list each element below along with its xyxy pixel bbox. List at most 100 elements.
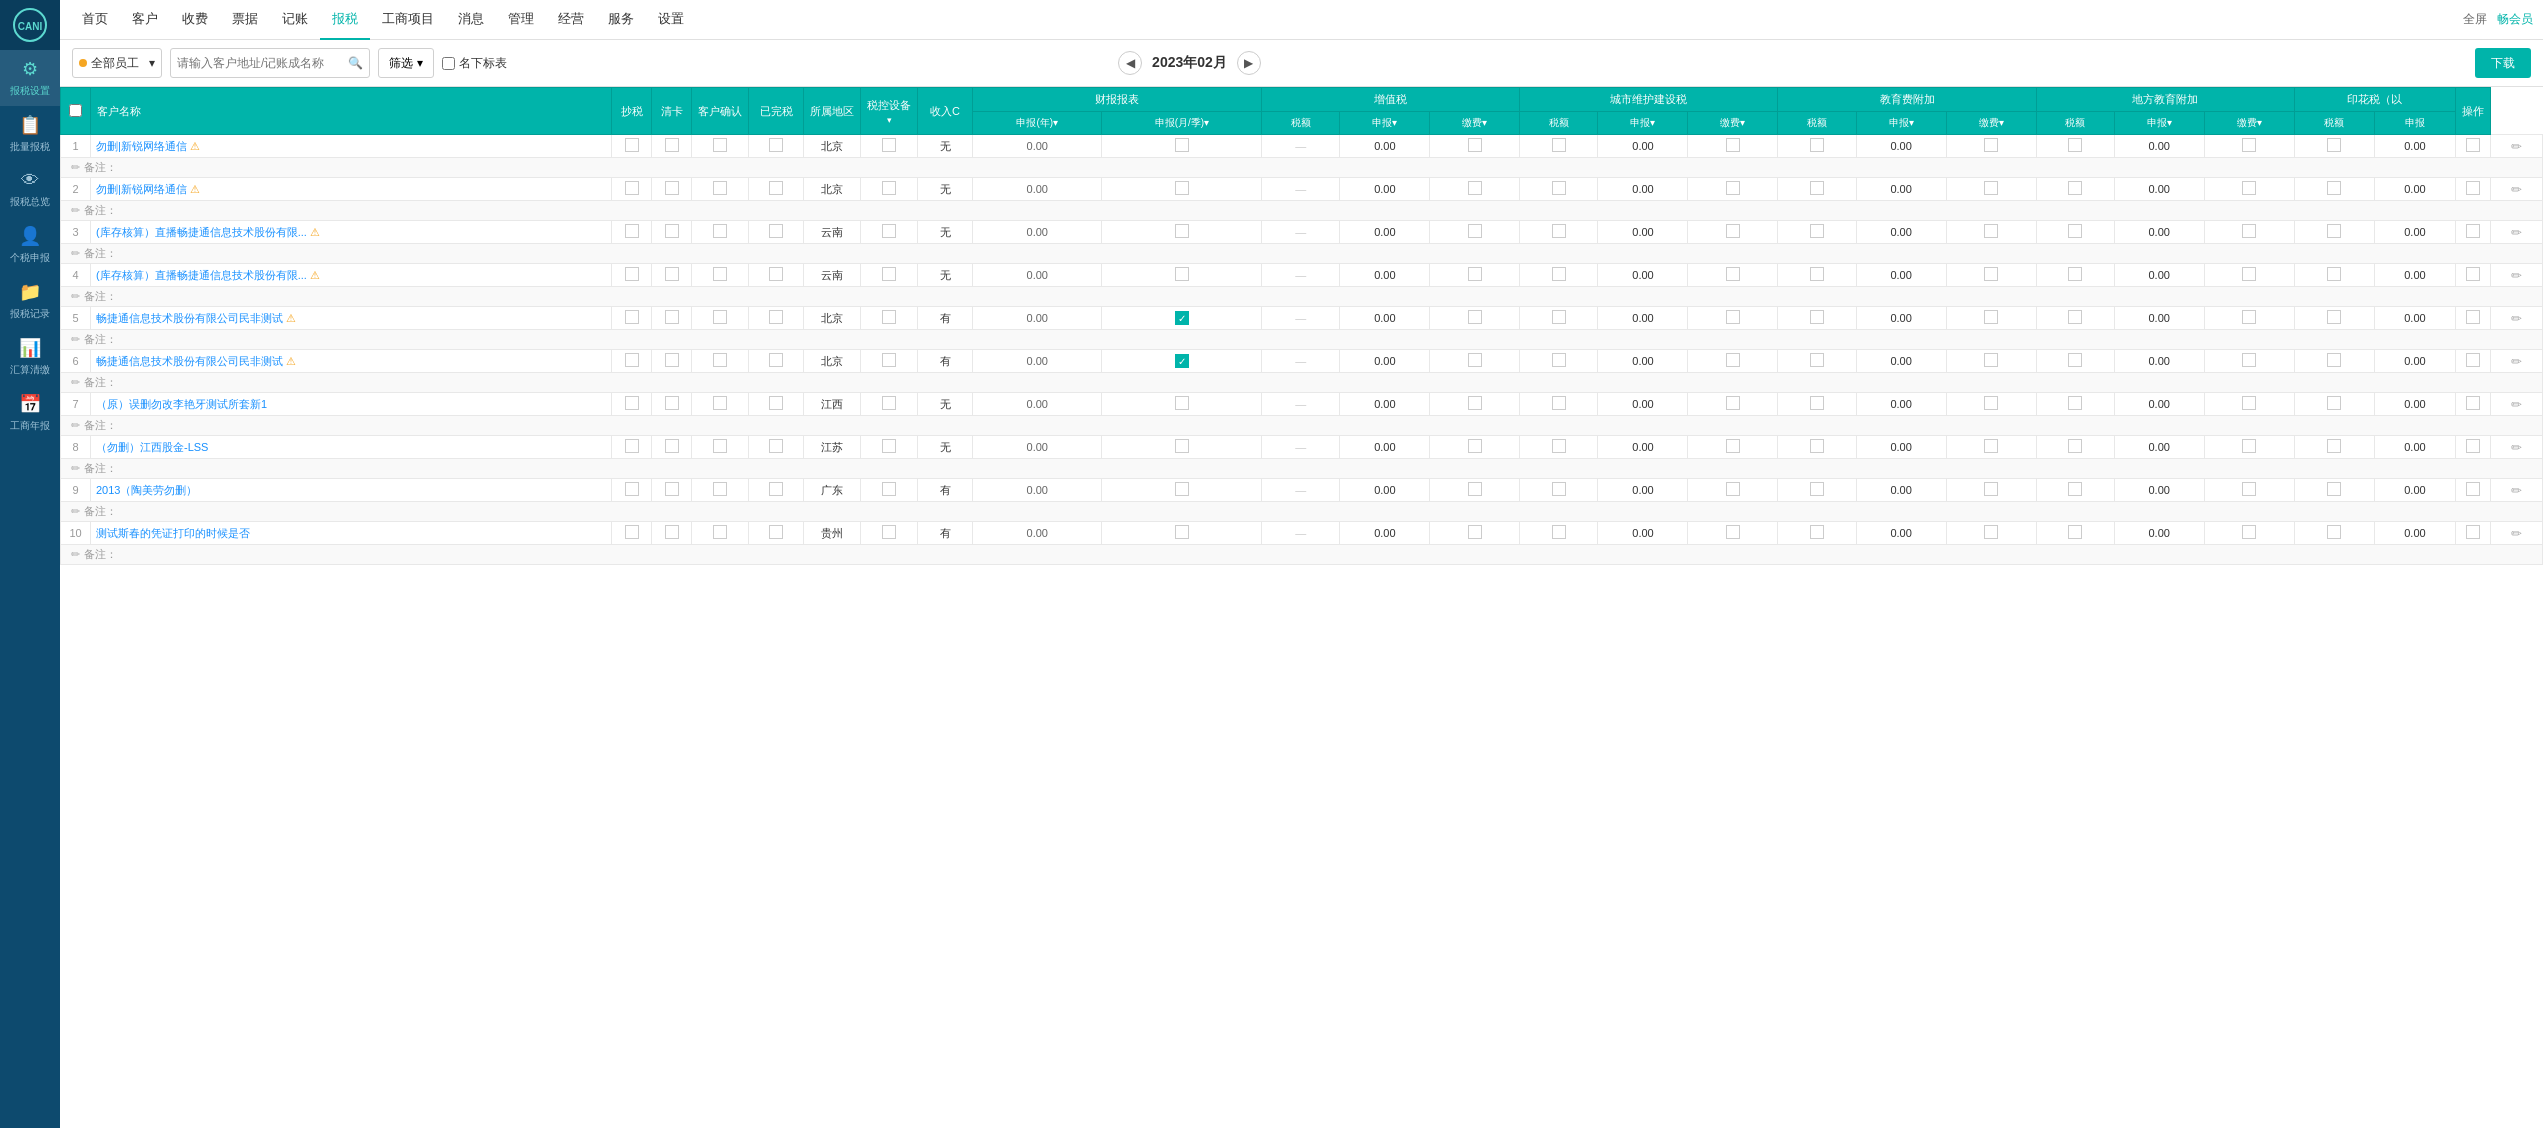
row-zs-cb2-1[interactable]: [1520, 135, 1598, 158]
row-note-4[interactable]: ✏备注：: [61, 287, 2543, 307]
row-yh-cb1-6[interactable]: [2455, 350, 2490, 373]
row-name-4[interactable]: (库存核算）直播畅捷通信息技术股份有限... ⚠: [91, 264, 612, 287]
row-df-cb1-8[interactable]: [2204, 436, 2294, 459]
row-zs-cb2-2[interactable]: [1520, 178, 1598, 201]
nav-customer[interactable]: 客户: [120, 0, 170, 40]
row-yh-cb1-7[interactable]: [2455, 393, 2490, 416]
row-zs-cb1-6[interactable]: [1430, 350, 1520, 373]
row-jy-cb1-7[interactable]: [1946, 393, 2036, 416]
row-note-8[interactable]: ✏备注：: [61, 459, 2543, 479]
row-jy-cb2-9[interactable]: [2036, 479, 2114, 502]
sidebar-item-tax-records[interactable]: 📁 报税记录: [0, 273, 60, 329]
row-qingka-1[interactable]: [652, 135, 692, 158]
sidebar-item-tax-view[interactable]: 👁 报税总览: [0, 162, 60, 217]
row-yi-wanshui-3[interactable]: [749, 221, 804, 244]
row-df-cb1-2[interactable]: [2204, 178, 2294, 201]
row-edit-2[interactable]: ✏: [2490, 178, 2542, 201]
row-yh-cb1-9[interactable]: [2455, 479, 2490, 502]
row-jy-cb2-3[interactable]: [2036, 221, 2114, 244]
row-cb1-5[interactable]: ✓: [1102, 307, 1262, 330]
row-cb1-2[interactable]: [1102, 178, 1262, 201]
row-chaopiao-3[interactable]: [612, 221, 652, 244]
row-edit-1[interactable]: ✏: [2490, 135, 2542, 158]
row-zs-cb2-5[interactable]: [1520, 307, 1598, 330]
row-name-7[interactable]: （原）误删勿改李艳牙测试所套新1: [91, 393, 612, 416]
row-note-3[interactable]: ✏备注：: [61, 244, 2543, 264]
row-qingka-5[interactable]: [652, 307, 692, 330]
row-name-8[interactable]: （勿删）江西股金-LSS: [91, 436, 612, 459]
row-df-cb1-3[interactable]: [2204, 221, 2294, 244]
row-zs-cb1-5[interactable]: [1430, 307, 1520, 330]
row-zs-cb1-4[interactable]: [1430, 264, 1520, 287]
row-chaopiao-9[interactable]: [612, 479, 652, 502]
row-qingka-10[interactable]: [652, 522, 692, 545]
fullscreen-btn[interactable]: 全屏: [2463, 11, 2487, 28]
row-df-cb2-9[interactable]: [2294, 479, 2375, 502]
row-yi-wanshui-4[interactable]: [749, 264, 804, 287]
row-yh-cb1-2[interactable]: [2455, 178, 2490, 201]
row-qingka-7[interactable]: [652, 393, 692, 416]
row-shui-kongshebei-4[interactable]: [861, 264, 918, 287]
namedunbiao-checkbox[interactable]: [442, 57, 455, 70]
row-zs-cb1-2[interactable]: [1430, 178, 1520, 201]
row-note-1[interactable]: ✏备注：: [61, 158, 2543, 178]
row-kehu-confirm-3[interactable]: [692, 221, 749, 244]
sidebar-item-summary[interactable]: 📊 汇算清缴: [0, 329, 60, 385]
row-shui-kongshebei-3[interactable]: [861, 221, 918, 244]
row-cb1-6[interactable]: ✓: [1102, 350, 1262, 373]
nav-invoice[interactable]: 票据: [220, 0, 270, 40]
nav-industrial[interactable]: 工商项目: [370, 0, 446, 40]
nav-tax[interactable]: 报税: [320, 0, 370, 40]
row-name-9[interactable]: 2013（陶美劳勿删）: [91, 479, 612, 502]
row-kehu-confirm-5[interactable]: [692, 307, 749, 330]
search-icon[interactable]: 🔍: [348, 56, 363, 70]
sidebar-item-tax-setup[interactable]: ⚙ 报税设置: [0, 50, 60, 106]
row-yh-cb1-5[interactable]: [2455, 307, 2490, 330]
row-cs-cb1-7[interactable]: [1688, 393, 1778, 416]
row-name-3[interactable]: (库存核算）直播畅捷通信息技术股份有限... ⚠: [91, 221, 612, 244]
row-edit-4[interactable]: ✏: [2490, 264, 2542, 287]
row-note-9[interactable]: ✏备注：: [61, 502, 2543, 522]
row-df-cb2-8[interactable]: [2294, 436, 2375, 459]
row-yh-cb1-3[interactable]: [2455, 221, 2490, 244]
row-shui-kongshebei-1[interactable]: [861, 135, 918, 158]
row-qingka-8[interactable]: [652, 436, 692, 459]
row-jy-cb1-2[interactable]: [1946, 178, 2036, 201]
row-cs-cb1-5[interactable]: [1688, 307, 1778, 330]
row-name-5[interactable]: 畅捷通信息技术股份有限公司民非测试 ⚠: [91, 307, 612, 330]
row-shui-kongshebei-8[interactable]: [861, 436, 918, 459]
row-cb1-8[interactable]: [1102, 436, 1262, 459]
sidebar-item-self-report[interactable]: 👤 个税申报: [0, 217, 60, 273]
row-zs-cb1-7[interactable]: [1430, 393, 1520, 416]
row-df-cb1-9[interactable]: [2204, 479, 2294, 502]
download-button[interactable]: 下载: [2475, 48, 2531, 78]
row-jy-cb1-9[interactable]: [1946, 479, 2036, 502]
search-input[interactable]: [177, 56, 348, 70]
row-qingka-4[interactable]: [652, 264, 692, 287]
row-jy-cb1-3[interactable]: [1946, 221, 2036, 244]
row-cs-cb2-7[interactable]: [1778, 393, 1856, 416]
row-yi-wanshui-10[interactable]: [749, 522, 804, 545]
row-cs-cb1-6[interactable]: [1688, 350, 1778, 373]
row-zs-cb1-8[interactable]: [1430, 436, 1520, 459]
row-yi-wanshui-8[interactable]: [749, 436, 804, 459]
row-yi-wanshui-2[interactable]: [749, 178, 804, 201]
row-jy-cb1-6[interactable]: [1946, 350, 2036, 373]
vip-btn[interactable]: 畅会员: [2497, 11, 2533, 28]
row-jy-cb2-2[interactable]: [2036, 178, 2114, 201]
row-cb1-7[interactable]: [1102, 393, 1262, 416]
row-zs-cb2-8[interactable]: [1520, 436, 1598, 459]
row-chaopiao-2[interactable]: [612, 178, 652, 201]
row-cb1-9[interactable]: [1102, 479, 1262, 502]
row-note-5[interactable]: ✏备注：: [61, 330, 2543, 350]
row-zs-cb1-10[interactable]: [1430, 522, 1520, 545]
row-df-cb2-4[interactable]: [2294, 264, 2375, 287]
row-cb1-3[interactable]: [1102, 221, 1262, 244]
row-cs-cb2-6[interactable]: [1778, 350, 1856, 373]
row-kehu-confirm-8[interactable]: [692, 436, 749, 459]
row-edit-8[interactable]: ✏: [2490, 436, 2542, 459]
row-kehu-confirm-2[interactable]: [692, 178, 749, 201]
row-zs-cb2-4[interactable]: [1520, 264, 1598, 287]
row-jy-cb1-1[interactable]: [1946, 135, 2036, 158]
row-chaopiao-1[interactable]: [612, 135, 652, 158]
